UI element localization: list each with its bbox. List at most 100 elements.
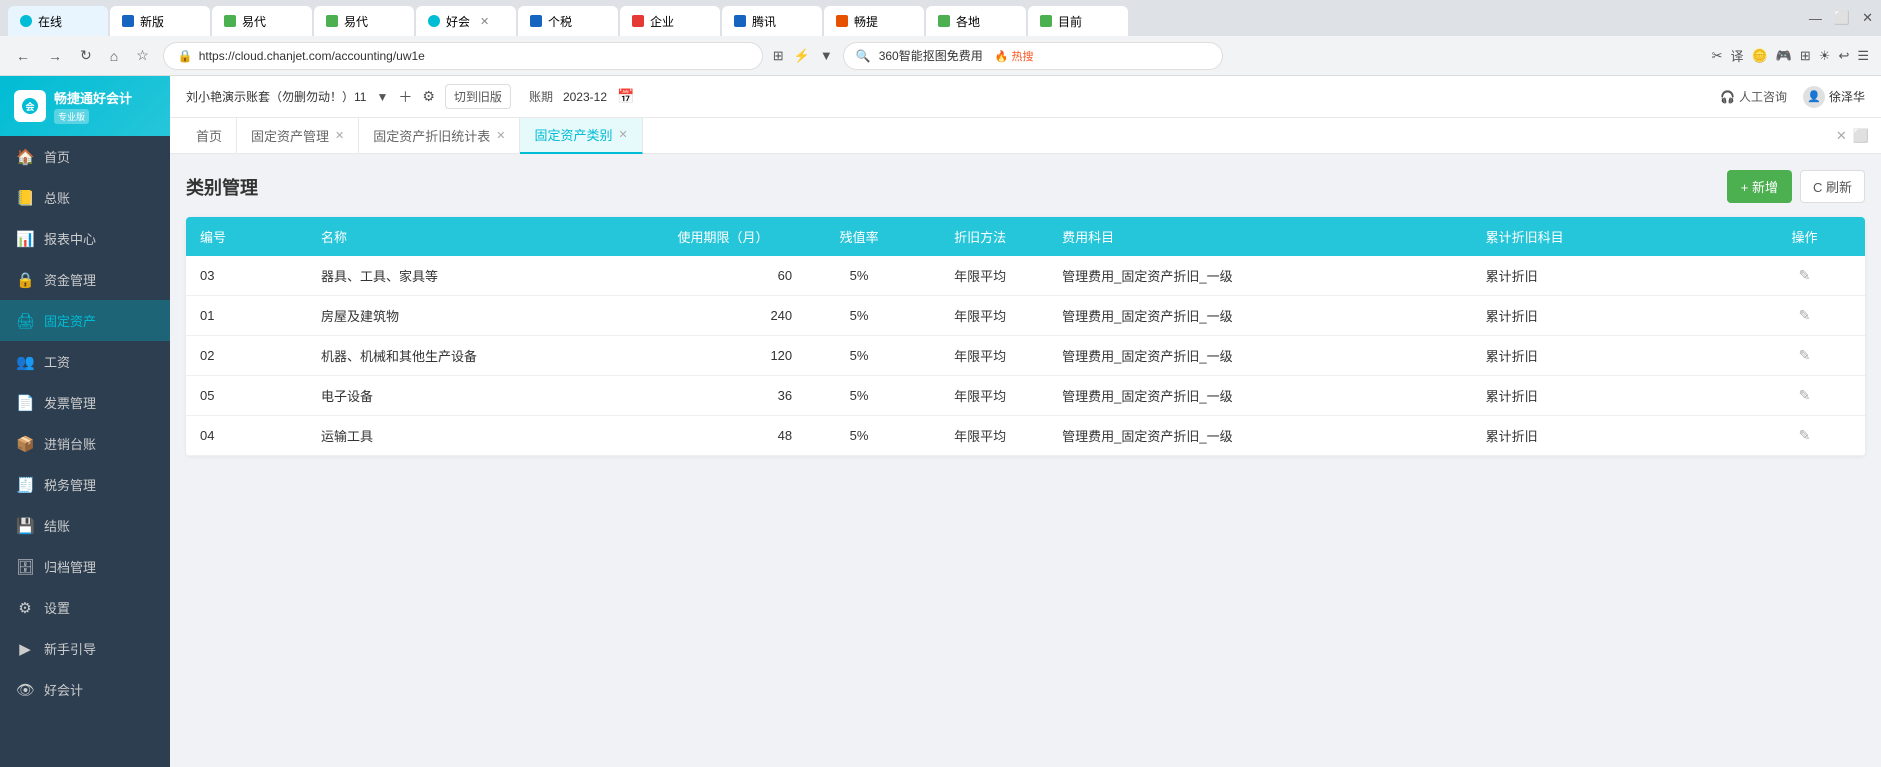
win-close[interactable]: ✕ [1862, 10, 1873, 26]
sidebar-item-fixed-assets[interactable]: 🖨 固定资产 [0, 300, 170, 341]
col-code: 编号 [186, 217, 307, 256]
home-button[interactable]: ⌂ [106, 44, 122, 68]
page-tab-depreciation[interactable]: 固定资产折旧统计表 ✕ [359, 118, 520, 154]
tab-close-icon[interactable]: ✕ [1836, 128, 1847, 144]
settings-icon[interactable]: ☀ [1819, 48, 1831, 64]
edit-icon-2[interactable]: ✎ [1799, 347, 1811, 363]
search-bar[interactable]: 🔍 360智能抠图免费用 🔥 热搜 [843, 42, 1223, 70]
content-area: 类别管理 + 新增 C 刷新 编号 名称 使用期限（月） 残值率 折旧方法 费用… [170, 154, 1881, 767]
tab-label-3: 易代 [242, 13, 266, 30]
browser-tab-5[interactable]: 好会 ✕ [416, 6, 516, 36]
user-avatar-group: 👤 徐泽华 [1803, 86, 1865, 108]
dropdown-arrow[interactable]: ▼ [376, 90, 388, 104]
browser-tab-8[interactable]: 腾讯 [722, 6, 822, 36]
reload-button[interactable]: ↻ [76, 43, 96, 68]
browser-tab-6[interactable]: 个税 [518, 6, 618, 36]
browser-tab-1[interactable]: 在线 [8, 6, 108, 36]
browser-tab-5-close[interactable]: ✕ [480, 15, 489, 28]
fixed-assets-icon: 🖨 [16, 312, 34, 330]
cell-action-4: ✎ [1744, 416, 1865, 456]
browser-tab-3[interactable]: 易代 [212, 6, 312, 36]
sidebar-item-tax[interactable]: 🧾 税务管理 [0, 464, 170, 505]
switch-version-button[interactable]: 切到旧版 [445, 84, 511, 109]
page-tab-asset-category[interactable]: 固定资产类别 ✕ [520, 118, 642, 154]
page-tab-asset-category-close[interactable]: ✕ [619, 128, 628, 141]
reports-icon: 📊 [16, 230, 34, 248]
consult-action[interactable]: 🎧 人工咨询 [1720, 88, 1787, 105]
cell-method-3: 年限平均 [912, 376, 1048, 416]
sidebar-item-settings[interactable]: ⚙ 设置 [0, 587, 170, 628]
add-account-icon[interactable]: ＋ [398, 87, 412, 107]
sidebar-item-home[interactable]: 🏠 首页 [0, 136, 170, 177]
wallet-icon[interactable]: 🪙 [1752, 48, 1768, 64]
cell-residual-3: 5% [806, 376, 912, 416]
guide-icon: ▶ [16, 640, 34, 658]
sidebar-item-settlement[interactable]: 💾 结账 [0, 505, 170, 546]
main-content: 刘小艳演示账套（勿删勿动！）11 ▼ ＋ ⚙ 切到旧版 账期 2023-12 📅… [170, 76, 1881, 767]
tab-label-8: 腾讯 [752, 13, 776, 30]
edit-icon-1[interactable]: ✎ [1799, 307, 1811, 323]
grid-icon[interactable]: ⊞ [1800, 48, 1811, 64]
dropdown-icon[interactable]: ▼ [820, 48, 833, 63]
sidebar-item-ledger[interactable]: 📒 总账 [0, 177, 170, 218]
browser-tab-10[interactable]: 各地 [926, 6, 1026, 36]
sidebar-item-home-label: 首页 [44, 147, 70, 166]
cell-residual-4: 5% [806, 416, 912, 456]
browser-tab-9[interactable]: 畅提 [824, 6, 924, 36]
page-tab-asset-category-label: 固定资产类别 [534, 125, 612, 144]
tab-expand-icon[interactable]: ⬜ [1853, 128, 1869, 144]
sidebar-item-payroll[interactable]: 👥 工资 [0, 341, 170, 382]
ledger-icon: 📒 [16, 189, 34, 207]
edit-icon-3[interactable]: ✎ [1799, 387, 1811, 403]
cell-code-4: 04 [186, 416, 307, 456]
browser-tab-7[interactable]: 企业 [620, 6, 720, 36]
page-tab-depreciation-close[interactable]: ✕ [496, 129, 505, 142]
username-label: 徐泽华 [1829, 88, 1865, 105]
refresh-button[interactable]: C 刷新 [1800, 170, 1865, 203]
edit-icon-4[interactable]: ✎ [1799, 427, 1811, 443]
cell-accum-2: 累计折旧 [1472, 336, 1744, 376]
sidebar-item-reports[interactable]: 📊 报表中心 [0, 218, 170, 259]
sidebar-item-help[interactable]: 👁 好会计 [0, 669, 170, 710]
cell-code-2: 02 [186, 336, 307, 376]
win-maximize[interactable]: ⬜ [1834, 10, 1850, 26]
sidebar-item-archive[interactable]: 🗄 归档管理 [0, 546, 170, 587]
page-tab-home-label: 首页 [196, 126, 222, 145]
cell-action-2: ✎ [1744, 336, 1865, 376]
back-button[interactable]: ← [12, 44, 34, 68]
edit-icon-0[interactable]: ✎ [1799, 267, 1811, 283]
page-tab-fixed-assets-mgmt-label: 固定资产管理 [251, 126, 329, 145]
page-tab-home[interactable]: 首页 [182, 118, 237, 154]
cell-code-1: 01 [186, 296, 307, 336]
calendar-icon[interactable]: 📅 [617, 88, 634, 105]
bookmark-button[interactable]: ☆ [132, 43, 153, 68]
browser-tab-11[interactable]: 目前 [1028, 6, 1128, 36]
browser-tab-4[interactable]: 易代 [314, 6, 414, 36]
sidebar-item-inventory[interactable]: 📦 进销台账 [0, 423, 170, 464]
tab-label-11: 目前 [1058, 13, 1082, 30]
menu-icon[interactable]: ☰ [1857, 48, 1869, 64]
table-body: 03 器具、工具、家具等 60 5% 年限平均 管理费用_固定资产折旧_一级 累… [186, 256, 1865, 456]
undo-icon[interactable]: ↩ [1838, 48, 1849, 64]
url-bar[interactable]: 🔒 https://cloud.chanjet.com/accounting/u… [163, 42, 763, 70]
win-minimize[interactable]: — [1809, 11, 1822, 26]
game-icon[interactable]: 🎮 [1776, 48, 1792, 64]
browser-tab-2[interactable]: 新版 [110, 6, 210, 36]
sidebar-item-funds[interactable]: 🔒 资金管理 [0, 259, 170, 300]
cell-accum-4: 累计折旧 [1472, 416, 1744, 456]
page-tab-fixed-assets-mgmt[interactable]: 固定资产管理 ✕ [237, 118, 359, 154]
add-button[interactable]: + 新增 [1727, 170, 1792, 203]
col-action: 操作 [1744, 217, 1865, 256]
sidebar-item-invoice[interactable]: 📄 发票管理 [0, 382, 170, 423]
translate-icon[interactable]: 译 [1730, 46, 1743, 65]
page-tab-fixed-assets-mgmt-close[interactable]: ✕ [335, 129, 344, 142]
page-tabs: 首页 固定资产管理 ✕ 固定资产折旧统计表 ✕ 固定资产类别 ✕ ✕ ⬜ [170, 118, 1881, 154]
gear-icon[interactable]: ⚙ [422, 88, 435, 105]
scissors-icon[interactable]: ✂ [1712, 48, 1723, 64]
cell-accum-0: 累计折旧 [1472, 256, 1744, 296]
sidebar-item-guide[interactable]: ▶ 新手引导 [0, 628, 170, 669]
cell-period-3: 36 [640, 376, 806, 416]
cell-period-4: 48 [640, 416, 806, 456]
hot-search-label: 🔥 热搜 [995, 48, 1034, 64]
forward-button[interactable]: → [44, 44, 66, 68]
